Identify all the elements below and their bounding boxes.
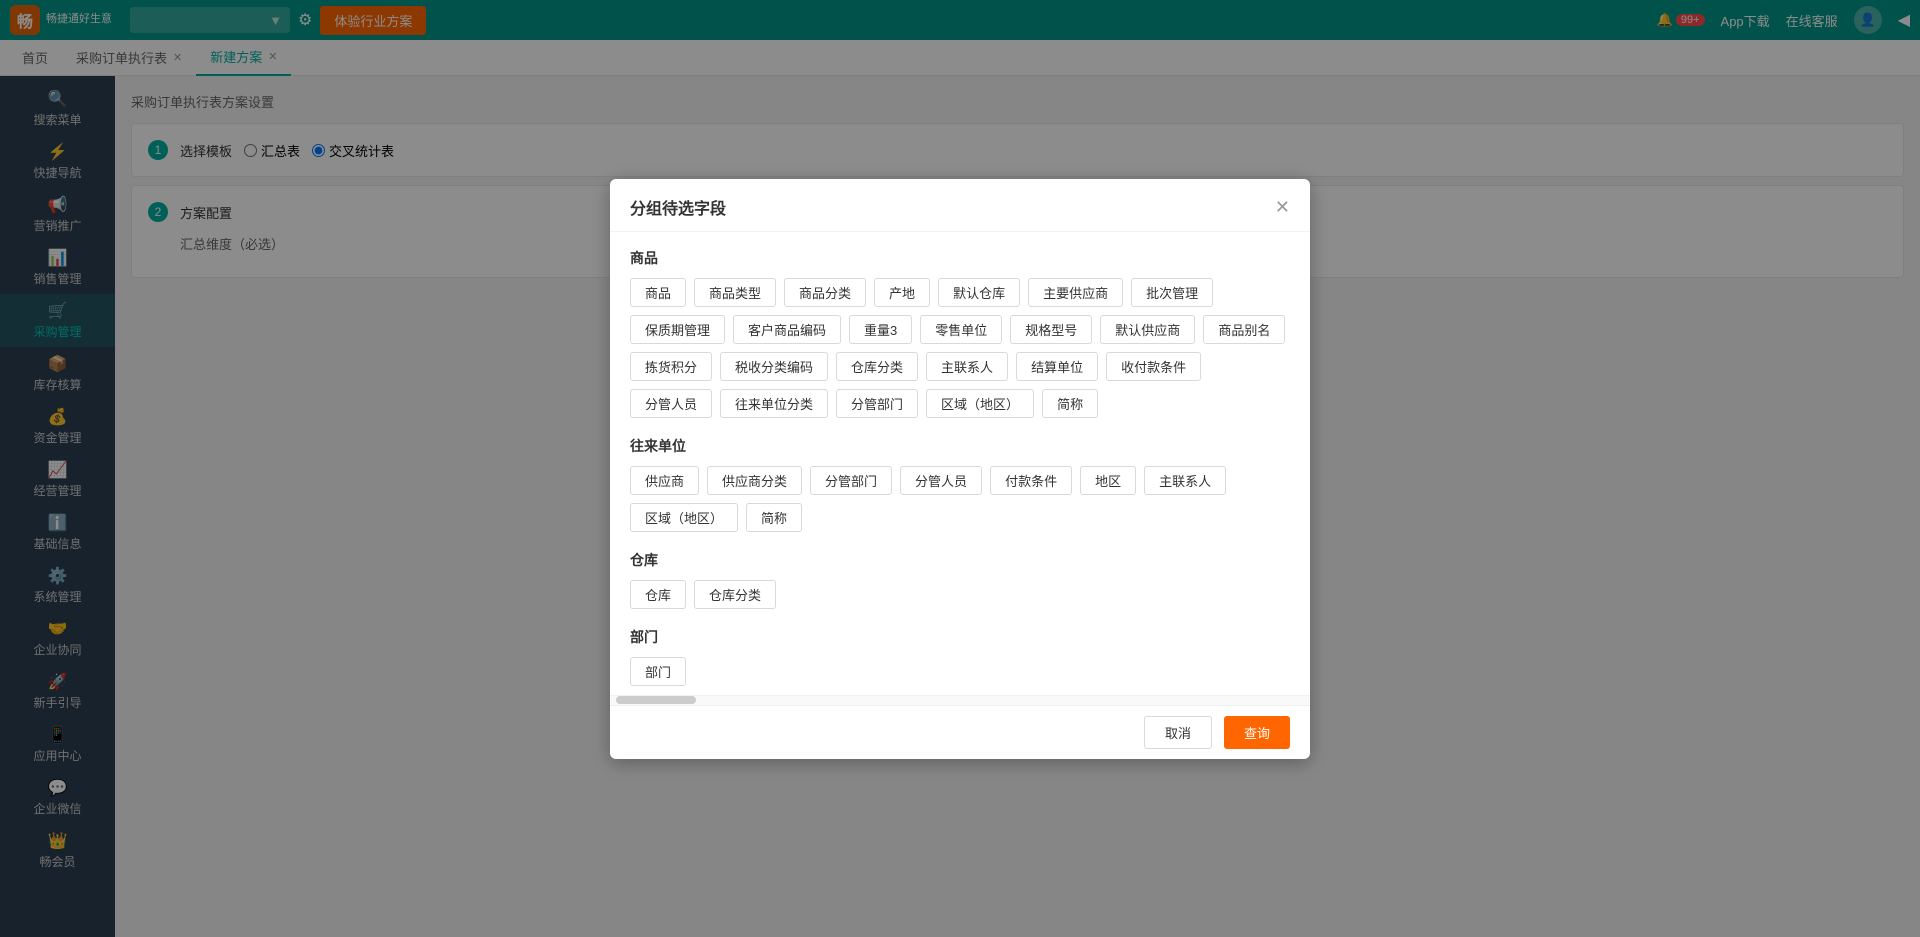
field-tag[interactable]: 拣货积分 xyxy=(630,352,712,381)
cancel-button[interactable]: 取消 xyxy=(1144,716,1212,749)
modal-header: 分组待选字段 ✕ xyxy=(610,179,1310,232)
section-warehouse-fields: 仓库 仓库分类 xyxy=(630,580,1290,609)
field-tag[interactable]: 主联系人 xyxy=(1144,466,1226,495)
modal-close-button[interactable]: ✕ xyxy=(1275,198,1290,216)
field-tag[interactable]: 商品 xyxy=(630,278,686,307)
modal-dialog: 分组待选字段 ✕ 商品 商品 商品类型 商品分类 产地 默认仓库 主要供应商 批… xyxy=(610,179,1310,759)
field-tag[interactable]: 规格型号 xyxy=(1010,315,1092,344)
hscroll-thumb[interactable] xyxy=(616,696,696,704)
field-tag[interactable]: 简称 xyxy=(1042,389,1098,418)
field-tag[interactable]: 零售单位 xyxy=(920,315,1002,344)
modal-hscroll[interactable] xyxy=(610,695,1310,705)
field-tag[interactable]: 默认供应商 xyxy=(1100,315,1195,344)
field-tag[interactable]: 仓库 xyxy=(630,580,686,609)
field-tag[interactable]: 仓库分类 xyxy=(694,580,776,609)
field-tag[interactable]: 供应商分类 xyxy=(707,466,802,495)
field-tag[interactable]: 简称 xyxy=(746,503,802,532)
modal-overlay: 分组待选字段 ✕ 商品 商品 商品类型 商品分类 产地 默认仓库 主要供应商 批… xyxy=(0,0,1920,937)
field-tag[interactable]: 区域（地区） xyxy=(630,503,738,532)
section-contacts: 往来单位 供应商 供应商分类 分管部门 分管人员 付款条件 地区 主联系人 区域… xyxy=(630,436,1290,532)
section-dept: 部门 部门 xyxy=(630,627,1290,686)
field-tag[interactable]: 供应商 xyxy=(630,466,699,495)
field-tag[interactable]: 产地 xyxy=(874,278,930,307)
confirm-button[interactable]: 查询 xyxy=(1224,716,1290,749)
field-tag[interactable]: 分管部门 xyxy=(810,466,892,495)
modal-title: 分组待选字段 xyxy=(630,195,726,219)
field-tag[interactable]: 商品类型 xyxy=(694,278,776,307)
field-tag[interactable]: 收付款条件 xyxy=(1106,352,1201,381)
field-tag[interactable]: 客户商品编码 xyxy=(733,315,841,344)
field-tag[interactable]: 重量3 xyxy=(849,315,912,344)
section-warehouse: 仓库 仓库 仓库分类 xyxy=(630,550,1290,609)
section-dept-title: 部门 xyxy=(630,627,1290,647)
field-tag[interactable]: 默认仓库 xyxy=(938,278,1020,307)
modal-footer: 取消 查询 xyxy=(610,705,1310,759)
section-contacts-fields: 供应商 供应商分类 分管部门 分管人员 付款条件 地区 主联系人 区域（地区） … xyxy=(630,466,1290,532)
field-tag[interactable]: 仓库分类 xyxy=(836,352,918,381)
field-tag[interactable]: 批次管理 xyxy=(1131,278,1213,307)
section-warehouse-title: 仓库 xyxy=(630,550,1290,570)
field-tag[interactable]: 部门 xyxy=(630,657,686,686)
field-tag[interactable]: 保质期管理 xyxy=(630,315,725,344)
section-goods-title: 商品 xyxy=(630,248,1290,268)
field-tag[interactable]: 商品别名 xyxy=(1203,315,1285,344)
field-tag[interactable]: 往来单位分类 xyxy=(720,389,828,418)
field-tag[interactable]: 区域（地区） xyxy=(926,389,1034,418)
field-tag[interactable]: 分管人员 xyxy=(630,389,712,418)
section-goods: 商品 商品 商品类型 商品分类 产地 默认仓库 主要供应商 批次管理 保质期管理… xyxy=(630,248,1290,418)
section-dept-fields: 部门 xyxy=(630,657,1290,686)
field-tag[interactable]: 税收分类编码 xyxy=(720,352,828,381)
field-tag[interactable]: 商品分类 xyxy=(784,278,866,307)
field-tag[interactable]: 分管部门 xyxy=(836,389,918,418)
field-tag[interactable]: 主要供应商 xyxy=(1028,278,1123,307)
field-tag[interactable]: 结算单位 xyxy=(1016,352,1098,381)
field-tag[interactable]: 地区 xyxy=(1080,466,1136,495)
field-tag[interactable]: 分管人员 xyxy=(900,466,982,495)
field-tag[interactable]: 付款条件 xyxy=(990,466,1072,495)
field-tag[interactable]: 主联系人 xyxy=(926,352,1008,381)
modal-body: 商品 商品 商品类型 商品分类 产地 默认仓库 主要供应商 批次管理 保质期管理… xyxy=(610,232,1310,695)
section-contacts-title: 往来单位 xyxy=(630,436,1290,456)
section-goods-fields: 商品 商品类型 商品分类 产地 默认仓库 主要供应商 批次管理 保质期管理 客户… xyxy=(630,278,1290,418)
